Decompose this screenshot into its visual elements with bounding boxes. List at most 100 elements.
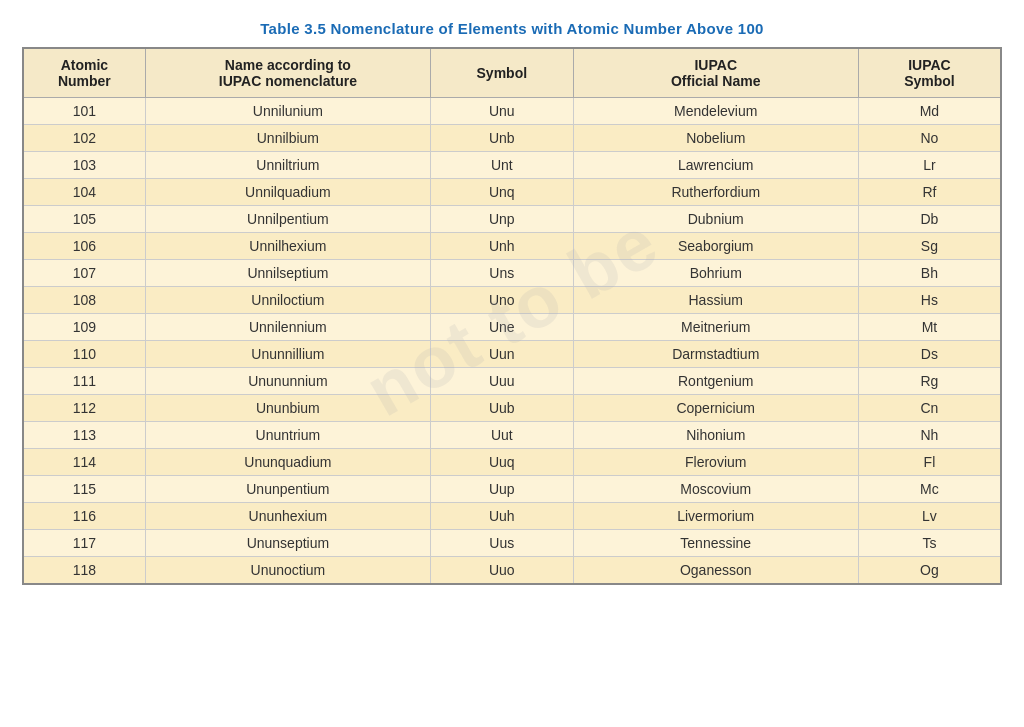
cell-iupac_symbol: Mc (858, 476, 1001, 503)
cell-atomic_number: 115 (23, 476, 145, 503)
cell-atomic_number: 114 (23, 449, 145, 476)
cell-iupac_symbol: Mt (858, 314, 1001, 341)
table-header: AtomicNumber Name according toIUPAC nome… (23, 48, 1001, 98)
cell-symbol: Unu (431, 98, 574, 125)
cell-symbol: Uun (431, 341, 574, 368)
cell-atomic_number: 103 (23, 152, 145, 179)
cell-symbol: Une (431, 314, 574, 341)
cell-official_name: Livermorium (573, 503, 858, 530)
col-atomic-number: AtomicNumber (23, 48, 145, 98)
cell-iupac_name: Ununtrium (145, 422, 430, 449)
col-iupac-symbol: IUPACSymbol (858, 48, 1001, 98)
cell-iupac_name: Ununoctium (145, 557, 430, 585)
table-row: 104UnnilquadiumUnqRutherfordiumRf (23, 179, 1001, 206)
cell-iupac_name: Unniltrium (145, 152, 430, 179)
cell-iupac_name: Unnilhexium (145, 233, 430, 260)
cell-atomic_number: 109 (23, 314, 145, 341)
table-wrapper: AtomicNumber Name according toIUPAC nome… (22, 47, 1002, 585)
cell-iupac_symbol: Nh (858, 422, 1001, 449)
table-body: 101UnniluniumUnuMendeleviumMd102Unnilbiu… (23, 98, 1001, 585)
cell-official_name: Rutherfordium (573, 179, 858, 206)
cell-iupac_name: Unniloctium (145, 287, 430, 314)
table-title: Table 3.5 Nomenclature of Elements with … (22, 20, 1002, 37)
cell-atomic_number: 104 (23, 179, 145, 206)
cell-official_name: Darmstadtium (573, 341, 858, 368)
elements-table: AtomicNumber Name according toIUPAC nome… (22, 47, 1002, 585)
table-row: 118UnunoctiumUuoOganessonOg (23, 557, 1001, 585)
cell-official_name: Seaborgium (573, 233, 858, 260)
cell-official_name: Mendelevium (573, 98, 858, 125)
cell-atomic_number: 118 (23, 557, 145, 585)
cell-official_name: Rontgenium (573, 368, 858, 395)
table-row: 102UnnilbiumUnbNobeliumNo (23, 125, 1001, 152)
cell-iupac_symbol: Og (858, 557, 1001, 585)
cell-iupac_symbol: Hs (858, 287, 1001, 314)
cell-iupac_name: Unnilennium (145, 314, 430, 341)
cell-iupac_symbol: No (858, 125, 1001, 152)
cell-atomic_number: 113 (23, 422, 145, 449)
cell-symbol: Uub (431, 395, 574, 422)
cell-iupac_name: Unnilpentium (145, 206, 430, 233)
cell-atomic_number: 112 (23, 395, 145, 422)
cell-official_name: Hassium (573, 287, 858, 314)
cell-iupac_symbol: Sg (858, 233, 1001, 260)
cell-atomic_number: 111 (23, 368, 145, 395)
cell-iupac_name: Ununhexium (145, 503, 430, 530)
cell-iupac_symbol: Rf (858, 179, 1001, 206)
cell-iupac_name: Unnilunium (145, 98, 430, 125)
table-row: 106UnnilhexiumUnhSeaborgiumSg (23, 233, 1001, 260)
cell-iupac_symbol: Lv (858, 503, 1001, 530)
col-iupac-name: Name according toIUPAC nomenclature (145, 48, 430, 98)
cell-symbol: Uup (431, 476, 574, 503)
cell-official_name: Copernicium (573, 395, 858, 422)
cell-symbol: Uuq (431, 449, 574, 476)
table-row: 109UnnilenniumUneMeitneriumMt (23, 314, 1001, 341)
cell-symbol: Uuu (431, 368, 574, 395)
cell-iupac_name: Ununnillium (145, 341, 430, 368)
cell-iupac_name: Unununnium (145, 368, 430, 395)
table-row: 108UnniloctiumUnoHassiumHs (23, 287, 1001, 314)
table-row: 111UnununniumUuuRontgeniumRg (23, 368, 1001, 395)
table-row: 112UnunbiumUubCoperniciumCn (23, 395, 1001, 422)
cell-iupac_symbol: Fl (858, 449, 1001, 476)
cell-atomic_number: 117 (23, 530, 145, 557)
cell-official_name: Nihonium (573, 422, 858, 449)
cell-iupac_symbol: Lr (858, 152, 1001, 179)
table-row: 101UnniluniumUnuMendeleviumMd (23, 98, 1001, 125)
cell-iupac_name: Unnilbium (145, 125, 430, 152)
cell-atomic_number: 105 (23, 206, 145, 233)
table-row: 114UnunquadiumUuqFleroviumFl (23, 449, 1001, 476)
cell-official_name: Dubnium (573, 206, 858, 233)
cell-official_name: Oganesson (573, 557, 858, 585)
cell-iupac_symbol: Ts (858, 530, 1001, 557)
cell-iupac_name: Ununpentium (145, 476, 430, 503)
table-row: 115UnunpentiumUupMoscoviumMc (23, 476, 1001, 503)
table-row: 117UnunseptiumUusTennessineTs (23, 530, 1001, 557)
table-row: 116UnunhexiumUuhLivermoriumLv (23, 503, 1001, 530)
cell-official_name: Tennessine (573, 530, 858, 557)
cell-iupac_symbol: Rg (858, 368, 1001, 395)
cell-symbol: Uno (431, 287, 574, 314)
col-official-name: IUPACOfficial Name (573, 48, 858, 98)
cell-symbol: Uut (431, 422, 574, 449)
cell-iupac_name: Unnilquadium (145, 179, 430, 206)
table-row: 105UnnilpentiumUnpDubniumDb (23, 206, 1001, 233)
cell-symbol: Uns (431, 260, 574, 287)
cell-atomic_number: 116 (23, 503, 145, 530)
cell-atomic_number: 102 (23, 125, 145, 152)
cell-symbol: Uuo (431, 557, 574, 585)
cell-symbol: Uuh (431, 503, 574, 530)
table-row: 110UnunnilliumUunDarmstadtiumDs (23, 341, 1001, 368)
cell-symbol: Unh (431, 233, 574, 260)
table-row: 103UnniltriumUntLawrenciumLr (23, 152, 1001, 179)
cell-atomic_number: 110 (23, 341, 145, 368)
cell-iupac_symbol: Md (858, 98, 1001, 125)
header-row: AtomicNumber Name according toIUPAC nome… (23, 48, 1001, 98)
cell-atomic_number: 107 (23, 260, 145, 287)
cell-symbol: Unb (431, 125, 574, 152)
cell-symbol: Unt (431, 152, 574, 179)
cell-atomic_number: 108 (23, 287, 145, 314)
col-symbol: Symbol (431, 48, 574, 98)
cell-symbol: Uus (431, 530, 574, 557)
cell-official_name: Meitnerium (573, 314, 858, 341)
